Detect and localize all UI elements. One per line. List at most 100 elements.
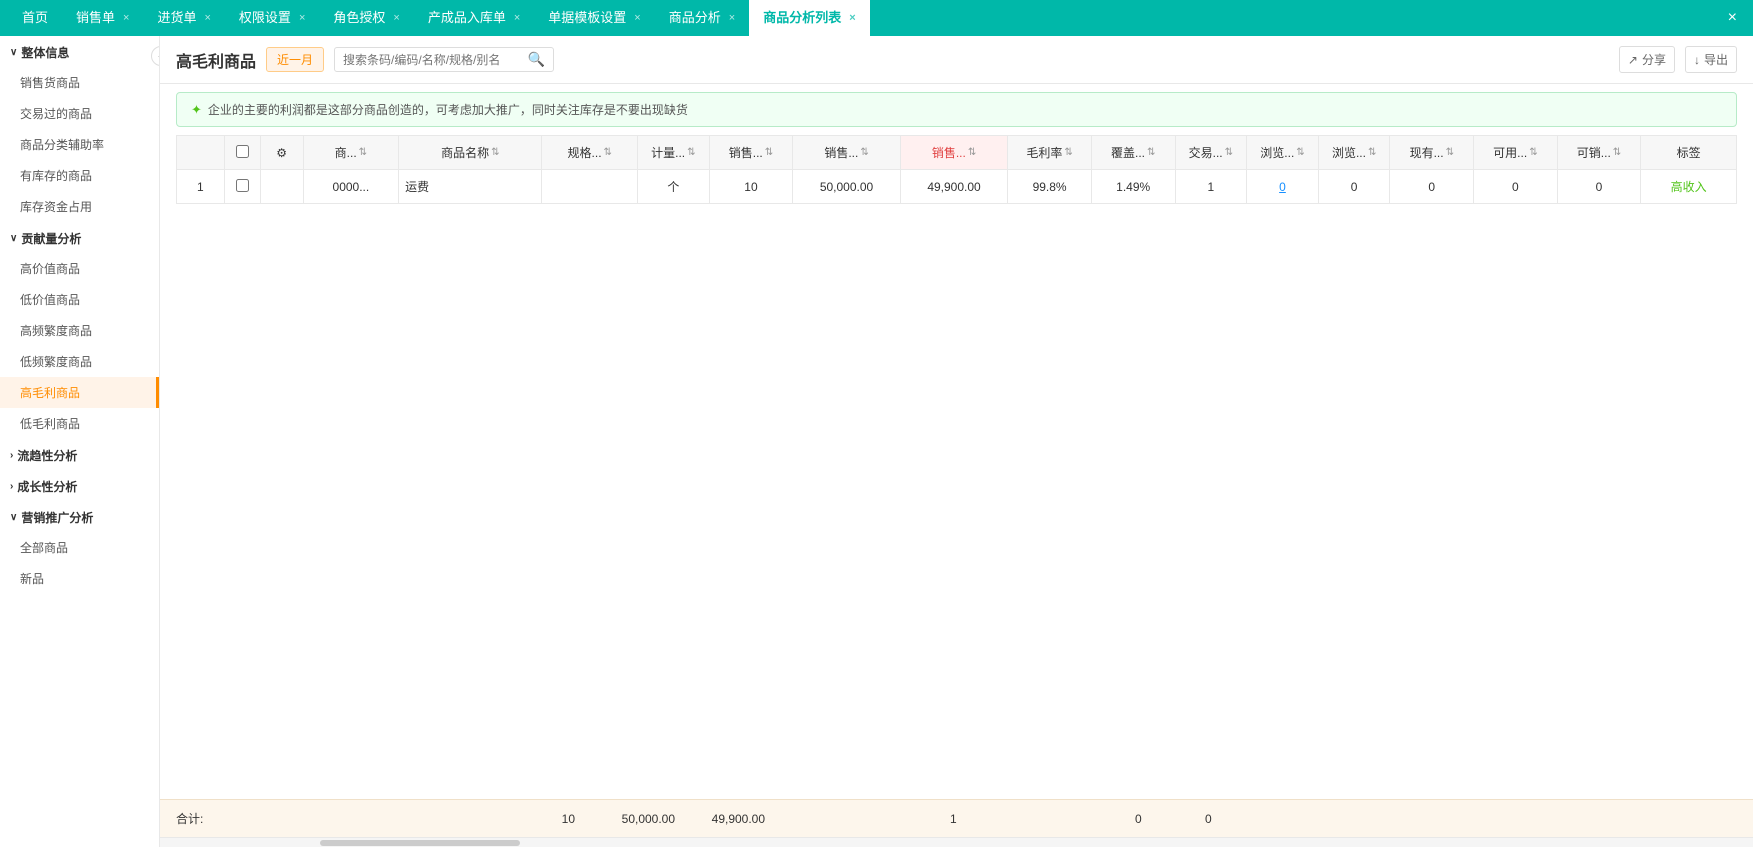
nav-close-sales-order[interactable]: × bbox=[123, 0, 129, 36]
sort-icon-spec[interactable]: ⇅ bbox=[604, 147, 612, 158]
sidebar-section-title-overall[interactable]: ∨ 整体信息 bbox=[0, 36, 159, 67]
col-header-name[interactable]: 商品名称 ⇅ bbox=[399, 136, 542, 170]
nav-close-permission-settings[interactable]: × bbox=[299, 0, 305, 36]
sort-icon-trade[interactable]: ⇅ bbox=[1225, 147, 1233, 158]
col-label-browse2: 浏览... bbox=[1332, 144, 1366, 161]
sidebar-item-high-margin[interactable]: 高毛利商品 bbox=[0, 377, 159, 408]
sidebar-item-sales-goods[interactable]: 销售货商品 bbox=[0, 67, 159, 98]
sort-icon-name[interactable]: ⇅ bbox=[491, 147, 499, 158]
col-header-browse1[interactable]: 浏览... ⇅ bbox=[1247, 136, 1319, 170]
app-close-button[interactable]: × bbox=[1720, 9, 1745, 27]
col-header-settings[interactable]: ⚙ bbox=[260, 136, 303, 170]
cell-unit: 个 bbox=[638, 170, 710, 204]
nav-product-entry[interactable]: 产成品入库单 × bbox=[414, 0, 534, 36]
col-label-sales-amt: 销售... bbox=[824, 144, 858, 161]
sidebar-item-low-freq[interactable]: 低频繁度商品 bbox=[0, 346, 159, 377]
sidebar-section-title-marketing[interactable]: ∨ 营销推广分析 bbox=[0, 501, 159, 532]
sidebar-item-low-margin[interactable]: 低毛利商品 bbox=[0, 408, 159, 439]
sort-icon-sellable[interactable]: ⇅ bbox=[1613, 147, 1621, 158]
sort-icon-coverage[interactable]: ⇅ bbox=[1147, 147, 1155, 158]
sidebar-item-in-stock-goods[interactable]: 有库存的商品 bbox=[0, 160, 159, 191]
search-icon[interactable]: 🔍 bbox=[528, 51, 545, 68]
page-title: 高毛利商品 bbox=[176, 48, 256, 72]
sidebar-item-low-value[interactable]: 低价值商品 bbox=[0, 284, 159, 315]
col-header-check[interactable] bbox=[224, 136, 260, 170]
cell-sales-qty: 10 bbox=[709, 170, 793, 204]
sidebar-section-title-profit[interactable]: ∨ 贡献量分析 bbox=[0, 222, 159, 253]
nav-template-settings[interactable]: 单据模板设置 × bbox=[534, 0, 654, 36]
nav-close-role-auth[interactable]: × bbox=[393, 0, 399, 36]
cell-coverage: 1.49% bbox=[1091, 170, 1175, 204]
sort-icon-sales-amt[interactable]: ⇅ bbox=[860, 147, 868, 158]
sort-icon-current-stock[interactable]: ⇅ bbox=[1446, 147, 1454, 158]
col-label-spec: 规格... bbox=[568, 144, 602, 161]
nav-right: × bbox=[1720, 9, 1745, 27]
col-header-browse2[interactable]: 浏览... ⇅ bbox=[1318, 136, 1390, 170]
scroll-thumb[interactable] bbox=[320, 840, 520, 846]
product-table: ⚙ 商... ⇅ 商品名称 ⇅ bbox=[176, 135, 1737, 204]
sidebar-item-all-goods[interactable]: 全部商品 bbox=[0, 532, 159, 563]
settings-icon[interactable]: ⚙ bbox=[276, 146, 287, 160]
footer-label: 合计: bbox=[176, 810, 203, 827]
sort-icon-browse2[interactable]: ⇅ bbox=[1368, 147, 1376, 158]
col-header-margin[interactable]: 毛利率 ⇅ bbox=[1008, 136, 1092, 170]
col-header-sales-amt[interactable]: 销售... ⇅ bbox=[793, 136, 901, 170]
col-header-current-stock[interactable]: 现有... ⇅ bbox=[1390, 136, 1474, 170]
nav-close-product-entry[interactable]: × bbox=[514, 0, 520, 36]
col-label-sellable: 可销... bbox=[1577, 144, 1611, 161]
col-header-trade[interactable]: 交易... ⇅ bbox=[1175, 136, 1247, 170]
sidebar-item-high-value[interactable]: 高价值商品 bbox=[0, 253, 159, 284]
col-header-sellable[interactable]: 可销... ⇅ bbox=[1557, 136, 1641, 170]
select-all-checkbox[interactable] bbox=[236, 145, 249, 158]
col-header-unit[interactable]: 计量... ⇅ bbox=[638, 136, 710, 170]
sidebar-section-trend: › 流趋性分析 bbox=[0, 439, 159, 470]
footer-cells: 10 50,000.00 49,900.00 1 0 0 bbox=[223, 812, 1243, 826]
col-label-name: 商品名称 bbox=[441, 144, 489, 161]
filter-recent-month-button[interactable]: 近一月 bbox=[266, 47, 324, 72]
sidebar-section-title-growth[interactable]: › 成长性分析 bbox=[0, 470, 159, 501]
arrow-icon-marketing: ∨ bbox=[10, 512, 17, 523]
sort-icon-avail-stock[interactable]: ⇅ bbox=[1529, 147, 1537, 158]
nav-sales-order[interactable]: 销售单 × bbox=[62, 0, 143, 36]
sidebar-section-title-trend[interactable]: › 流趋性分析 bbox=[0, 439, 159, 470]
export-button[interactable]: ↓ 导出 bbox=[1685, 46, 1737, 73]
nav-close-product-analysis[interactable]: × bbox=[729, 0, 735, 36]
nav-close-product-analysis-list[interactable]: × bbox=[849, 0, 855, 36]
sort-icon-browse1[interactable]: ⇅ bbox=[1296, 147, 1304, 158]
nav-product-analysis-list[interactable]: 商品分析列表 × bbox=[749, 0, 869, 36]
col-header-avail-stock[interactable]: 可用... ⇅ bbox=[1474, 136, 1558, 170]
info-banner-text: 企业的主要的利润都是这部分商品创造的，可考虑加大推广，同时关注库存是不要出现缺货 bbox=[208, 101, 688, 118]
col-header-code[interactable]: 商... ⇅ bbox=[303, 136, 399, 170]
nav-purchase-order[interactable]: 进货单 × bbox=[143, 0, 224, 36]
sort-icon-code[interactable]: ⇅ bbox=[359, 147, 367, 158]
sidebar-item-traded-goods[interactable]: 交易过的商品 bbox=[0, 98, 159, 129]
nav-role-auth[interactable]: 角色授权 × bbox=[319, 0, 413, 36]
search-input[interactable] bbox=[343, 53, 528, 67]
sort-icon-sales-profit[interactable]: ⇅ bbox=[968, 147, 976, 158]
share-button[interactable]: ↗ 分享 bbox=[1619, 46, 1675, 73]
col-header-tag[interactable]: 标签 bbox=[1641, 136, 1737, 170]
nav-close-template-settings[interactable]: × bbox=[634, 0, 640, 36]
nav-permission-settings[interactable]: 权限设置 × bbox=[225, 0, 319, 36]
nav-home[interactable]: 首页 bbox=[8, 0, 62, 36]
col-label-unit: 计量... bbox=[651, 144, 685, 161]
nav-close-purchase-order[interactable]: × bbox=[204, 0, 210, 36]
col-header-spec[interactable]: 规格... ⇅ bbox=[542, 136, 638, 170]
sidebar-item-high-freq[interactable]: 高频繁度商品 bbox=[0, 315, 159, 346]
sort-icon-margin[interactable]: ⇅ bbox=[1064, 147, 1072, 158]
cell-check[interactable] bbox=[224, 170, 260, 204]
sort-icon-unit[interactable]: ⇅ bbox=[687, 147, 695, 158]
col-header-sales-qty[interactable]: 销售... ⇅ bbox=[709, 136, 793, 170]
footer-summary: 合计: 10 50,000.00 49,900.00 1 0 0 bbox=[160, 799, 1753, 837]
col-header-coverage[interactable]: 覆盖... ⇅ bbox=[1091, 136, 1175, 170]
sidebar-item-stock-occupied[interactable]: 库存资金占用 bbox=[0, 191, 159, 222]
cell-trade: 1 bbox=[1175, 170, 1247, 204]
col-header-sales-profit[interactable]: 销售... ⇅ bbox=[900, 136, 1008, 170]
nav-product-analysis[interactable]: 商品分析 × bbox=[655, 0, 749, 36]
horizontal-scrollbar[interactable] bbox=[160, 837, 1753, 847]
cell-browse1[interactable]: 0 bbox=[1247, 170, 1319, 204]
row-checkbox[interactable] bbox=[236, 179, 249, 192]
sort-icon-sales-qty[interactable]: ⇅ bbox=[765, 147, 773, 158]
sidebar-item-analysis-assist[interactable]: 商品分类辅助率 bbox=[0, 129, 159, 160]
sidebar-item-new-goods[interactable]: 新品 bbox=[0, 563, 159, 594]
